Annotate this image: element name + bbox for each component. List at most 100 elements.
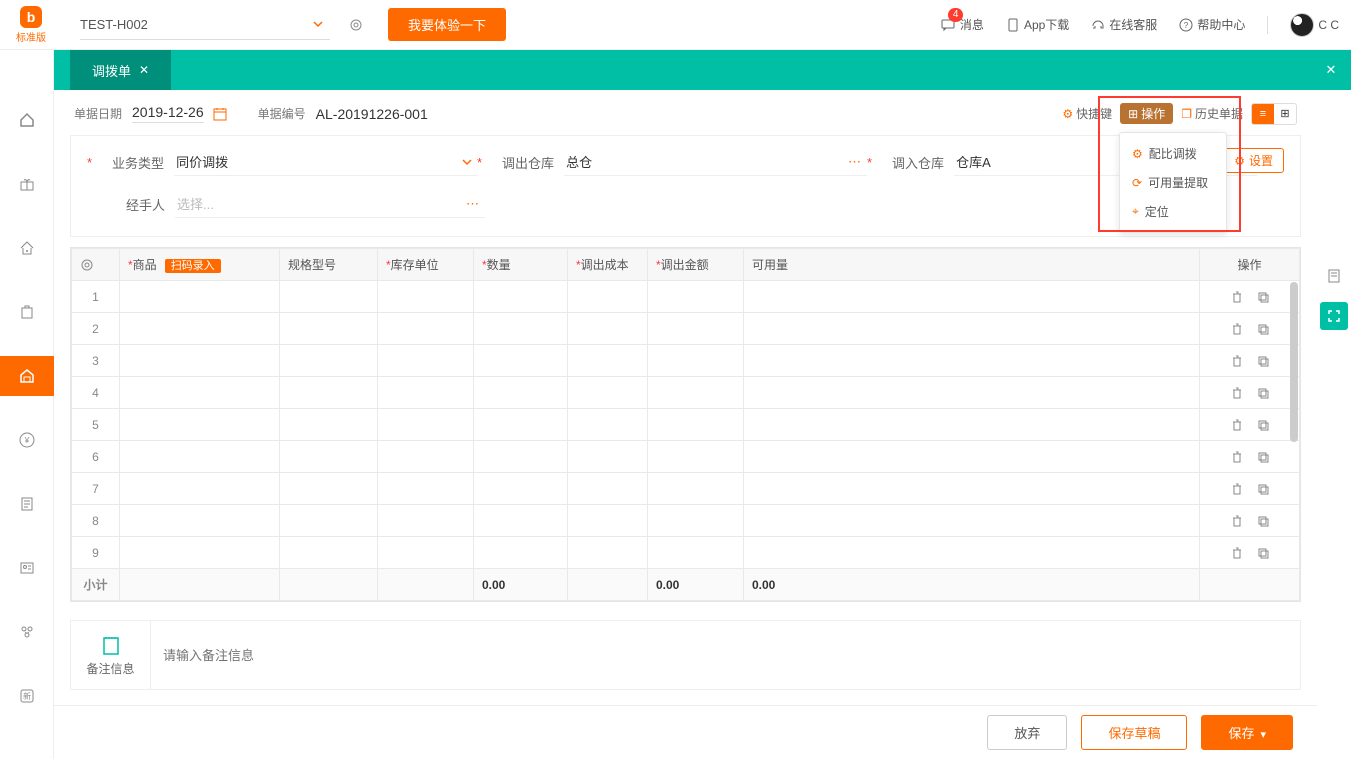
help-label: 帮助中心: [1197, 16, 1245, 33]
operate-button[interactable]: ⊞操作: [1120, 103, 1173, 124]
col-unit: *库存单位: [378, 249, 474, 281]
save-button[interactable]: 保存▾: [1201, 715, 1293, 750]
help-link[interactable]: ? 帮助中心: [1179, 16, 1245, 33]
close-tab-icon[interactable]: ✕: [139, 63, 149, 77]
doc-no-value: AL-20191226-001: [316, 106, 428, 122]
nav-report-icon[interactable]: [0, 484, 54, 524]
app-download-link[interactable]: App下载: [1006, 16, 1069, 33]
col-settings[interactable]: [72, 249, 120, 281]
close-all-tabs[interactable]: ✕: [1311, 50, 1351, 90]
headset-icon: [1091, 18, 1105, 32]
delete-row-icon[interactable]: [1230, 354, 1244, 368]
pin-icon: ⌖: [1132, 204, 1139, 219]
delete-row-icon[interactable]: [1230, 386, 1244, 400]
remark-label: 备注信息: [86, 660, 134, 677]
delete-row-icon[interactable]: [1230, 514, 1244, 528]
scrollbar[interactable]: [1290, 282, 1298, 442]
out-wh-value: 总仓: [564, 148, 867, 176]
messages-link[interactable]: 4 消息: [940, 16, 984, 33]
nav-finance-icon[interactable]: ¥: [0, 420, 54, 460]
app-download-label: App下载: [1024, 16, 1069, 33]
delete-row-icon[interactable]: [1230, 290, 1244, 304]
nav-sale-icon[interactable]: [0, 292, 54, 332]
nav-basic-icon[interactable]: [0, 612, 54, 652]
right-expand-icon[interactable]: [1320, 302, 1348, 330]
org-selector[interactable]: TEST-H002: [80, 10, 330, 40]
copy-row-icon[interactable]: [1256, 514, 1270, 528]
divider: [1267, 16, 1268, 34]
tab-transfer-order[interactable]: 调拨单 ✕: [70, 50, 171, 90]
delete-row-icon[interactable]: [1230, 450, 1244, 464]
row-number: 4: [72, 377, 120, 409]
view-grid-icon[interactable]: ⊞: [1274, 104, 1296, 124]
field-biz-type[interactable]: *业务类型 同价调拨: [87, 148, 477, 176]
row-number: 2: [72, 313, 120, 345]
trial-button[interactable]: 我要体验一下: [388, 8, 506, 41]
delete-row-icon[interactable]: [1230, 322, 1244, 336]
table-row[interactable]: 2: [72, 313, 1300, 345]
save-label: 保存: [1228, 726, 1254, 741]
grid-icon: ⊞: [1128, 107, 1138, 121]
table-row[interactable]: 5: [72, 409, 1300, 441]
row-number: 7: [72, 473, 120, 505]
col-qty: *数量: [474, 249, 568, 281]
nav-home-icon[interactable]: [0, 100, 54, 140]
save-draft-button[interactable]: 保存草稿: [1081, 715, 1187, 750]
field-handler[interactable]: 经手人 选择... ⋯: [95, 190, 485, 218]
delete-row-icon[interactable]: [1230, 482, 1244, 496]
delete-row-icon[interactable]: [1230, 418, 1244, 432]
field-out-warehouse[interactable]: *调出仓库 总仓 ⋯: [477, 148, 867, 176]
in-wh-label: 调入仓库: [874, 153, 944, 172]
user-menu[interactable]: C C: [1290, 13, 1339, 37]
nav-new-icon[interactable]: 新: [0, 676, 54, 716]
table-row[interactable]: 1: [72, 281, 1300, 313]
discard-button[interactable]: 放弃: [987, 715, 1067, 750]
menu-label: 配比调拨: [1149, 145, 1197, 162]
copy-row-icon[interactable]: [1256, 322, 1270, 336]
edition-label: 标准版: [16, 29, 46, 44]
copy-row-icon[interactable]: [1256, 354, 1270, 368]
table-row[interactable]: 8: [72, 505, 1300, 537]
menu-label: 定位: [1145, 203, 1169, 220]
copy-row-icon[interactable]: [1256, 418, 1270, 432]
nav-purchase-icon[interactable]: [0, 228, 54, 268]
gear-icon: ⚙: [1062, 107, 1073, 121]
menu-locate[interactable]: ⌖ 定位: [1120, 197, 1226, 226]
nav-gift-icon[interactable]: [0, 164, 54, 204]
shortcut-link[interactable]: ⚙快捷键: [1062, 105, 1112, 122]
table-row[interactable]: 6: [72, 441, 1300, 473]
tab-active-label: 调拨单: [92, 61, 131, 80]
svg-text:¥: ¥: [23, 436, 29, 445]
org-settings-icon[interactable]: [348, 17, 364, 33]
copy-row-icon[interactable]: [1256, 386, 1270, 400]
operate-dropdown: ⚙配比调拨 ⟳可用量提取 ⌖ 定位: [1119, 132, 1227, 233]
table-row[interactable]: 4: [72, 377, 1300, 409]
copy-row-icon[interactable]: [1256, 546, 1270, 560]
copy-row-icon[interactable]: [1256, 482, 1270, 496]
subtotal-avail: 0.00: [744, 569, 1200, 601]
scan-badge[interactable]: 扫码录入: [165, 259, 221, 273]
remark-input[interactable]: [151, 621, 1300, 689]
support-link[interactable]: 在线客服: [1091, 16, 1157, 33]
shortcut-label: 快捷键: [1076, 105, 1112, 122]
doc-date-value[interactable]: 2019-12-26: [132, 104, 204, 123]
row-number: 1: [72, 281, 120, 313]
table-row[interactable]: 7: [72, 473, 1300, 505]
table-row[interactable]: 9: [72, 537, 1300, 569]
history-label: 历史单据: [1195, 105, 1243, 122]
row-number: 6: [72, 441, 120, 473]
subtotal-label: 小计: [72, 569, 120, 601]
copy-row-icon[interactable]: [1256, 450, 1270, 464]
delete-row-icon[interactable]: [1230, 546, 1244, 560]
copy-row-icon[interactable]: [1256, 290, 1270, 304]
table-row[interactable]: 3: [72, 345, 1300, 377]
top-header: b 标准版 TEST-H002 我要体验一下 4 消息 App下载 在线客服 ?…: [0, 0, 1351, 50]
view-list-icon[interactable]: ≡: [1252, 104, 1274, 124]
menu-ratio-transfer[interactable]: ⚙配比调拨: [1120, 139, 1226, 168]
history-link[interactable]: ❐历史单据: [1181, 105, 1243, 122]
nav-contacts-icon[interactable]: [0, 548, 54, 588]
calendar-icon[interactable]: [212, 106, 228, 122]
nav-warehouse-icon[interactable]: [0, 356, 54, 396]
menu-available-extract[interactable]: ⟳可用量提取: [1120, 168, 1226, 197]
right-note-icon[interactable]: [1320, 262, 1348, 290]
